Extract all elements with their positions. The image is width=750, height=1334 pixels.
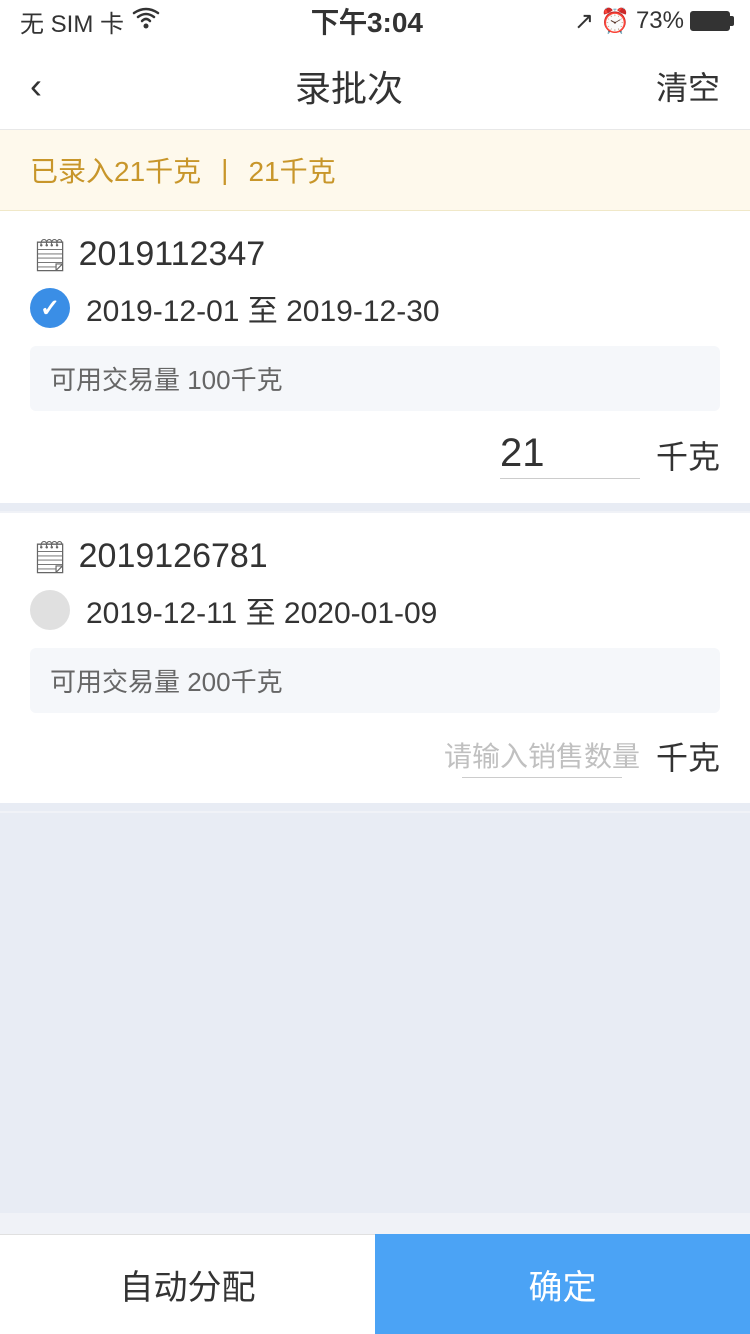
- batch1-date-row[interactable]: 2019-12-01 至 2019-12-30: [30, 286, 720, 330]
- batch1-amount-value: 21: [500, 431, 545, 475]
- batch1-availability: 可用交易量 100千克: [30, 346, 720, 411]
- location-icon: ↗: [574, 7, 594, 36]
- status-left: 无 SIM 卡: [20, 4, 160, 39]
- batch2-card: 🗒 2019126781 2019-12-11 至 2020-01-09 可用交…: [0, 513, 750, 811]
- batch1-amount-unit: 千克: [656, 432, 720, 478]
- clear-button[interactable]: 清空: [656, 63, 720, 109]
- batch2-icon: 🗒: [30, 538, 71, 576]
- batch1-id: 2019112347: [79, 235, 266, 274]
- batch2-date: 2019-12-11 至 2020-01-09: [86, 588, 437, 632]
- batch2-input-unit: 千克: [656, 733, 720, 779]
- total-label: 21千克: [248, 150, 335, 190]
- batch1-date: 2019-12-01 至 2019-12-30: [86, 286, 440, 330]
- batch2-date-row[interactable]: 2019-12-11 至 2020-01-09: [30, 588, 720, 632]
- batch2-input-placeholder: 请输入销售数量: [444, 741, 640, 772]
- nav-bar: ‹ 录批次 清空: [0, 42, 750, 130]
- batch2-id-row: 🗒 2019126781: [30, 537, 720, 576]
- auto-distribute-button[interactable]: 自动分配: [0, 1234, 375, 1334]
- status-time: 下午3:04: [311, 1, 423, 41]
- spacer-area: [0, 813, 750, 1213]
- batch1-radio[interactable]: [30, 288, 70, 328]
- batch2-availability: 可用交易量 200千克: [30, 648, 720, 713]
- bottom-bar: 自动分配 确定: [0, 1234, 750, 1334]
- batch1-id-row: 🗒 2019112347: [30, 235, 720, 274]
- status-right: ↗ ⏰ 73%: [574, 7, 730, 36]
- confirm-button[interactable]: 确定: [375, 1234, 750, 1334]
- batch1-amount-container[interactable]: 21: [500, 431, 640, 479]
- batch2-input-row[interactable]: 请输入销售数量 千克: [0, 713, 750, 811]
- batch2-id: 2019126781: [79, 537, 268, 576]
- summary-divider: |: [221, 154, 228, 186]
- battery-icon: [690, 11, 730, 31]
- status-bar: 无 SIM 卡 下午3:04 ↗ ⏰ 73%: [0, 0, 750, 42]
- batch1-content: 🗒 2019112347 2019-12-01 至 2019-12-30 可用交…: [0, 211, 750, 411]
- summary-banner: 已录入21千克 | 21千克: [0, 130, 750, 211]
- batch1-card: 🗒 2019112347 2019-12-01 至 2019-12-30 可用交…: [0, 211, 750, 511]
- back-button[interactable]: ‹: [30, 65, 42, 107]
- page-title: 录批次: [295, 60, 403, 112]
- batch1-icon: 🗒: [30, 236, 71, 274]
- wifi-icon: [132, 7, 160, 36]
- sim-label: 无 SIM 卡: [20, 4, 124, 39]
- batch1-amount-row: 21 千克: [0, 411, 750, 511]
- batch2-content: 🗒 2019126781 2019-12-11 至 2020-01-09 可用交…: [0, 513, 750, 713]
- batch2-radio[interactable]: [30, 590, 70, 630]
- batch2-input-container[interactable]: 请输入销售数量: [444, 735, 640, 778]
- battery-percent: 73%: [636, 7, 684, 35]
- alarm-icon: ⏰: [600, 7, 630, 36]
- recorded-label: 已录入21千克: [30, 150, 201, 190]
